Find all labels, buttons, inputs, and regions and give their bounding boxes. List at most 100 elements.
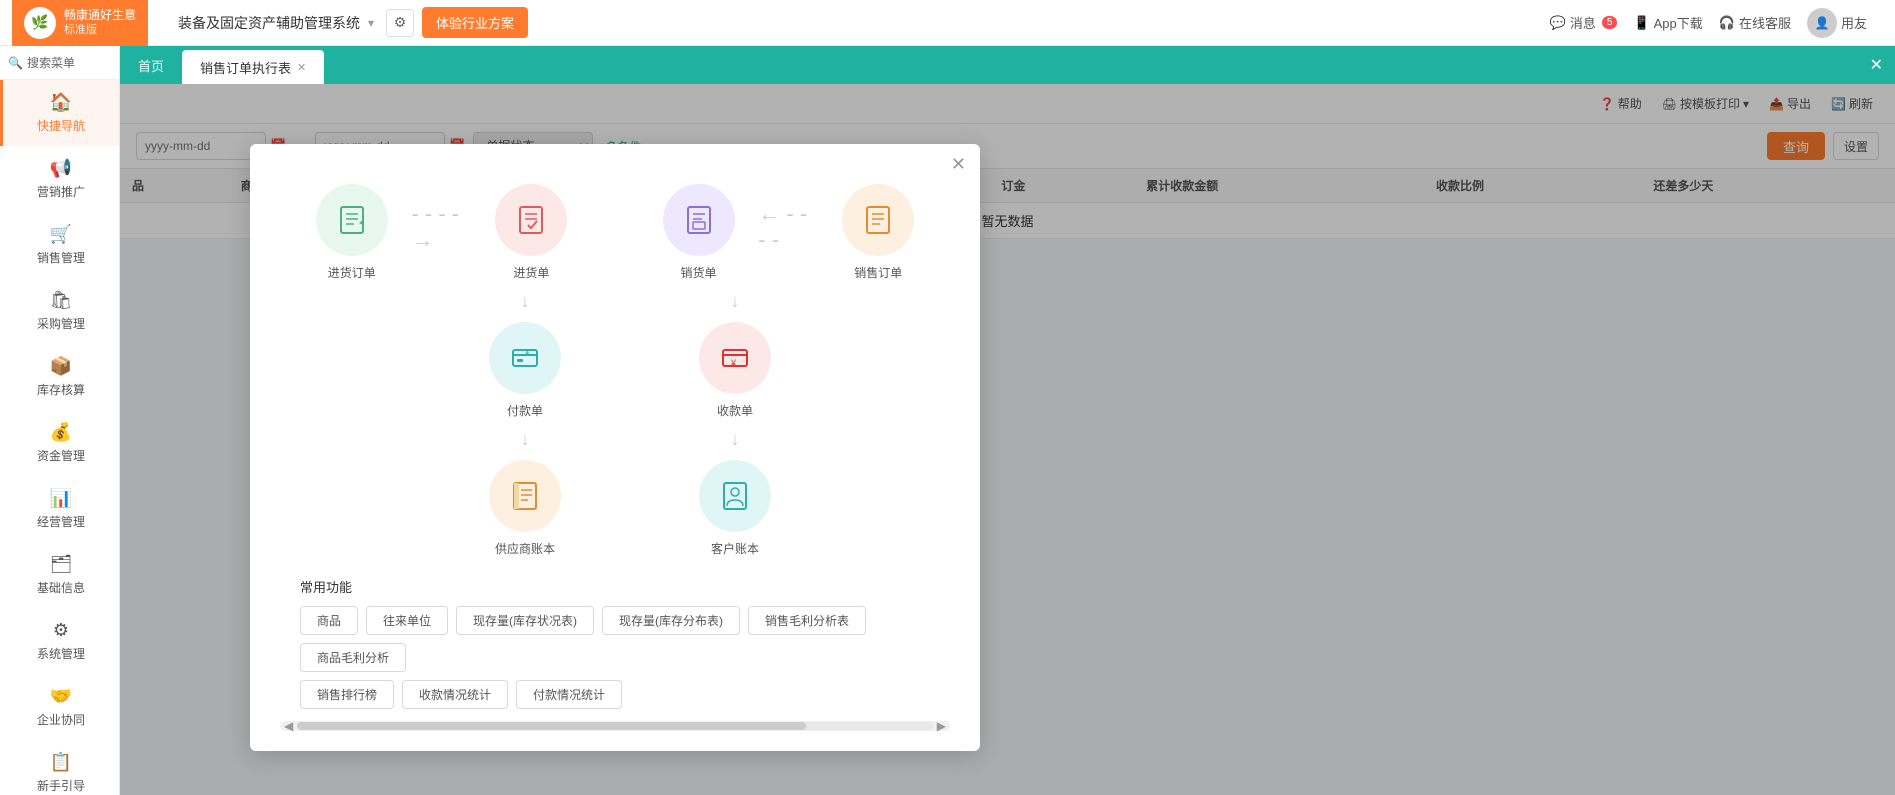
arrow-down-customer: ↓	[731, 429, 740, 450]
tab-bar: 首页 销售订单执行表 ✕ ✕	[120, 46, 1895, 84]
scrollbar-thumb[interactable]	[297, 722, 805, 730]
app-download-icon: 📱	[1633, 15, 1649, 31]
flow-arrows-down: ↓ ↓	[280, 291, 950, 312]
sales-order-circle	[842, 184, 914, 256]
tab-home[interactable]: 首页	[120, 46, 182, 84]
content-area: 首页 销售订单执行表 ✕ ✕ ❓ 帮助 🖨 按	[120, 46, 1895, 795]
arrow-sales-order-to-bill: ← - - - -	[750, 201, 826, 281]
modal-scrollbar: ◀ ▶	[280, 721, 950, 731]
search-icon: 🔍	[8, 56, 23, 70]
top-right: 💬 消息 5 📱 App下载 🎧 在线客服 👤 用友	[1550, 8, 1883, 38]
message-icon: 💬	[1550, 15, 1566, 31]
sales-icon: 🛒	[50, 224, 72, 245]
func-btn-sales-rank[interactable]: 销售排行榜	[300, 680, 394, 709]
scroll-right-btn[interactable]: ▶	[933, 719, 950, 733]
sidebar-item-quick-nav[interactable]: 🏠 快捷导航	[0, 80, 119, 146]
operation-icon: 📊	[50, 488, 72, 509]
arrow-down-payment: ↓	[521, 291, 530, 312]
modal-close-btn[interactable]: ✕	[951, 154, 966, 175]
sidebar-item-system[interactable]: ⚙ 系统管理	[0, 608, 119, 674]
basic-icon: 🗂	[50, 554, 73, 575]
settings-icon-btn[interactable]: ⚙	[386, 9, 414, 37]
flow-node-sales-bill[interactable]: 销货单	[647, 184, 750, 281]
sidebar-item-sales[interactable]: 🛒 销售管理	[0, 212, 119, 278]
flow-node-purchase-order[interactable]: 进货订单	[300, 184, 403, 281]
sidebar-item-finance[interactable]: 💰 资金管理	[0, 410, 119, 476]
flow-node-receipt[interactable]: ¥ 收款单	[670, 322, 800, 419]
logo-icon: 🌿	[24, 7, 56, 39]
system-title-dropdown[interactable]: ▾	[368, 16, 374, 30]
marketing-icon: 📢	[50, 158, 72, 179]
func-btn-receipt-stat[interactable]: 收款情况统计	[402, 680, 508, 709]
func-btn-product[interactable]: 商品	[300, 606, 358, 635]
func-btn-partner[interactable]: 往来单位	[366, 606, 448, 635]
logo-area: 🌿 畅康通好生意 标准版	[12, 0, 148, 46]
func-btn-product-profit[interactable]: 商品毛利分析	[300, 643, 406, 672]
home-icon: 🏠	[50, 92, 72, 113]
flow-node-payment[interactable]: ¥ 付款单	[460, 322, 590, 419]
sidebar: 🔍 搜索菜单 🏠 快捷导航 📢 营销推广 🛒 销售管理 🛍 采购管理 📦	[0, 46, 120, 795]
svg-text:¥: ¥	[730, 358, 737, 368]
flow-row-2: ¥ 付款单	[280, 312, 950, 429]
sidebar-item-basic[interactable]: 🗂 基础信息	[0, 542, 119, 608]
func-btn-stock-dist[interactable]: 现存量(库存分布表)	[602, 606, 740, 635]
sidebar-item-guide[interactable]: 📋 新手引导	[0, 740, 119, 795]
customer-ledger-circle	[699, 460, 771, 532]
sidebar-item-marketing[interactable]: 📢 营销推广	[0, 146, 119, 212]
headset-icon: 🎧	[1719, 15, 1735, 31]
flow-row-3: 供应商账本	[280, 450, 950, 567]
flow-arrows-down-2: ↓ ↓	[280, 429, 950, 450]
system-title-area: 装备及固定资产辅助管理系统 ▾ ⚙ 体验行业方案	[158, 7, 1540, 38]
arrow-down-supplier: ↓	[521, 429, 530, 450]
flow-node-purchase-bill[interactable]: 进货单	[480, 184, 583, 281]
payment-circle: ¥	[489, 322, 561, 394]
flow-node-sales-order[interactable]: 销售订单	[827, 184, 930, 281]
purchase-order-circle	[316, 184, 388, 256]
tab-close-icon[interactable]: ✕	[297, 61, 306, 74]
arrow-purchase-to-bill: - - - - →	[403, 201, 479, 281]
user-avatar: 👤	[1807, 8, 1837, 38]
flow-chart: 进货订单 - - - - →	[280, 174, 950, 567]
user-menu[interactable]: 👤 用友	[1807, 8, 1867, 38]
svg-text:¥: ¥	[524, 348, 530, 357]
sidebar-item-purchase[interactable]: 🛍 采购管理	[0, 278, 119, 344]
guide-icon: 📋	[50, 752, 72, 773]
finance-icon: 💰	[50, 422, 72, 443]
tab-close-all[interactable]: ✕	[1870, 55, 1895, 75]
func-buttons-row1: 商品 往来单位 现存量(库存状况表) 现存量(库存分布表) 销售毛利分析表 商品…	[300, 606, 930, 672]
tab-sales-order[interactable]: 销售订单执行表 ✕	[182, 50, 324, 84]
logo-text: 畅康通好生意 标准版	[64, 8, 136, 38]
func-btn-payment-stat[interactable]: 付款情况统计	[516, 680, 622, 709]
inventory-icon: 📦	[50, 356, 72, 377]
arrow-down-receipt: ↓	[731, 291, 740, 312]
collab-icon: 🤝	[50, 686, 72, 707]
flow-node-supplier-ledger[interactable]: 供应商账本	[460, 460, 590, 557]
common-functions-title: 常用功能	[300, 577, 930, 596]
experience-btn[interactable]: 体验行业方案	[422, 7, 528, 38]
scrollbar-track[interactable]	[297, 722, 933, 730]
app-download-btn[interactable]: 📱 App下载	[1633, 13, 1702, 32]
supplier-ledger-circle	[489, 460, 561, 532]
system-icon: ⚙	[53, 620, 69, 641]
main-area: 🔍 搜索菜单 🏠 快捷导航 📢 营销推广 🛒 销售管理 🛍 采购管理 📦	[0, 46, 1895, 795]
flow-node-customer-ledger[interactable]: 客户账本	[670, 460, 800, 557]
sales-bill-circle	[663, 184, 735, 256]
system-title-text: 装备及固定资产辅助管理系统	[178, 13, 360, 33]
modal-box: ✕	[250, 144, 980, 751]
sidebar-item-operation[interactable]: 📊 经营管理	[0, 476, 119, 542]
func-btn-sales-profit[interactable]: 销售毛利分析表	[748, 606, 866, 635]
scroll-left-btn[interactable]: ◀	[280, 719, 297, 733]
sidebar-search[interactable]: 🔍 搜索菜单	[0, 46, 119, 80]
message-label: 消息	[1570, 13, 1596, 32]
modal-overlay[interactable]: ✕	[120, 84, 1895, 795]
message-btn[interactable]: 💬 消息 5	[1550, 13, 1618, 32]
func-buttons-row2: 销售排行榜 收款情况统计 付款情况统计	[300, 680, 930, 709]
func-btn-stock-status[interactable]: 现存量(库存状况表)	[456, 606, 594, 635]
sidebar-item-inventory[interactable]: 📦 库存核算	[0, 344, 119, 410]
online-service-btn[interactable]: 🎧 在线客服	[1719, 13, 1791, 32]
app-container: 🌿 畅康通好生意 标准版 装备及固定资产辅助管理系统 ▾ ⚙ 体验行业方案 💬 …	[0, 0, 1895, 795]
purchase-icon: 🛍	[50, 290, 73, 311]
message-badge: 5	[1602, 16, 1618, 29]
sidebar-item-collab[interactable]: 🤝 企业协同	[0, 674, 119, 740]
top-bar: 🌿 畅康通好生意 标准版 装备及固定资产辅助管理系统 ▾ ⚙ 体验行业方案 💬 …	[0, 0, 1895, 46]
